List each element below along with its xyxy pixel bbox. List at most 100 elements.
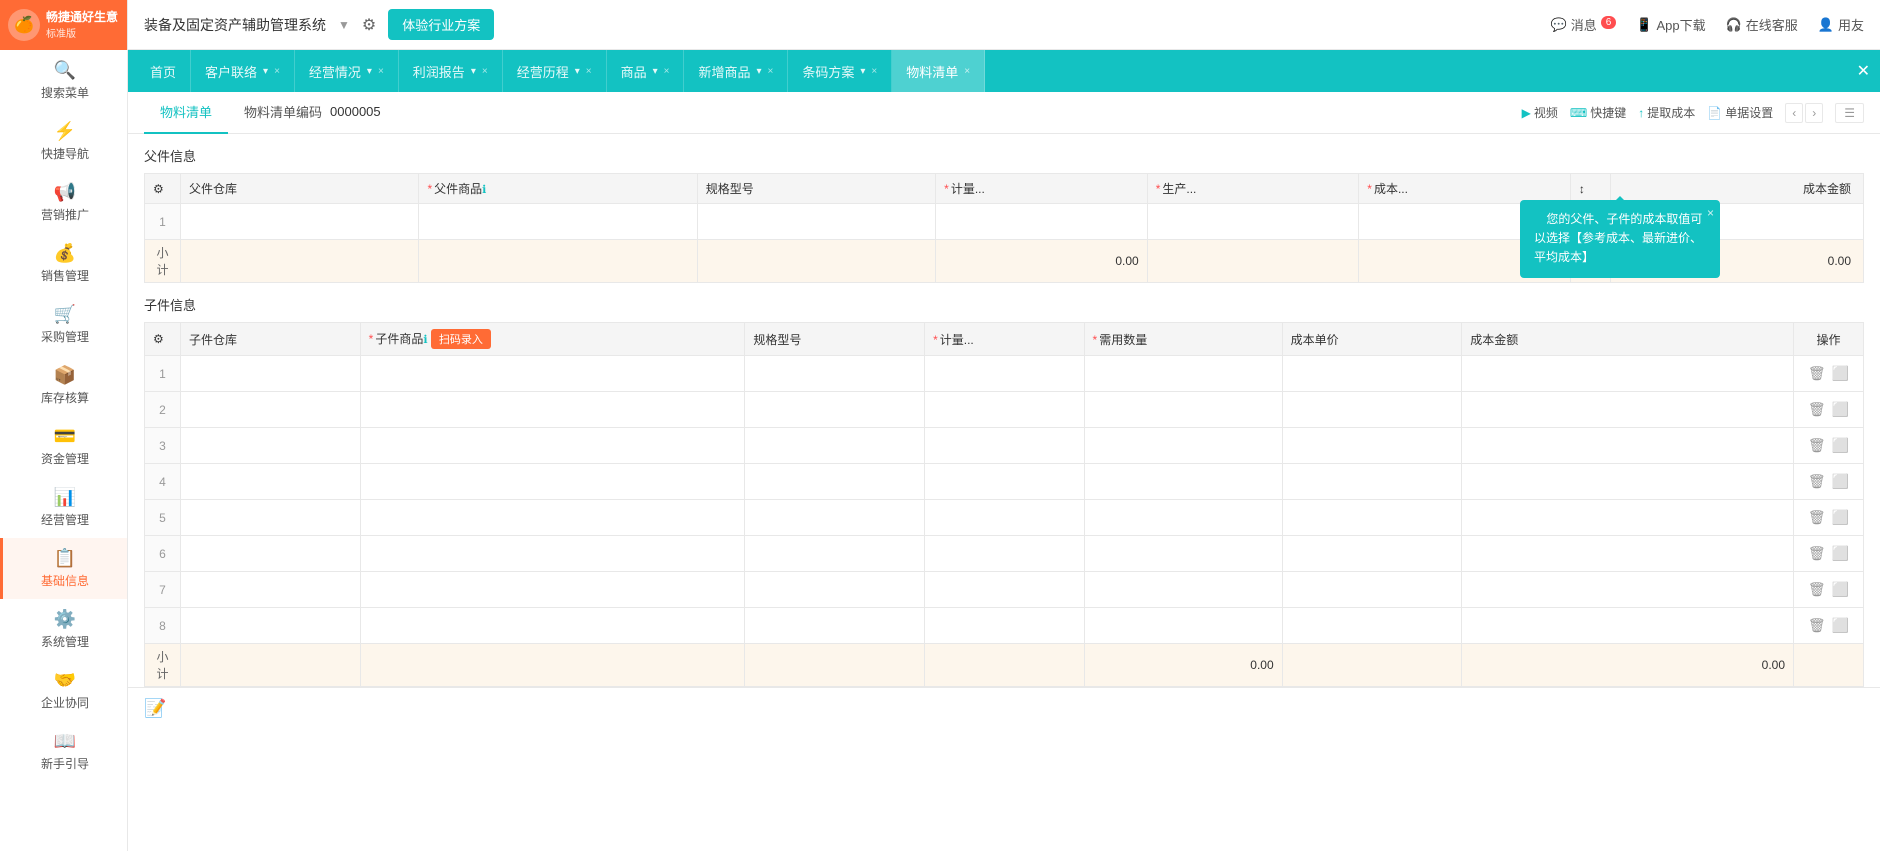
tab-close-4[interactable]: × bbox=[586, 66, 592, 77]
online-service-btn[interactable]: 🎧 在线客服 bbox=[1726, 15, 1798, 34]
tab-close-8[interactable]: × bbox=[964, 66, 970, 77]
sidebar-item-search[interactable]: 🔍 搜索菜单 bbox=[0, 50, 127, 111]
delete-icon-6[interactable]: 🗑 bbox=[1808, 545, 1826, 562]
sidebar-item-inventory[interactable]: 📦 库存核算 bbox=[0, 355, 127, 416]
tab-close-1[interactable]: × bbox=[274, 66, 280, 77]
extract-cost-btn[interactable]: ↑ 提取成本 bbox=[1638, 104, 1695, 121]
parent-cell-production-1[interactable] bbox=[1147, 204, 1359, 240]
child-cell-spec-2[interactable] bbox=[745, 392, 925, 428]
nav-tab-5[interactable]: 商品 ▾ × bbox=[607, 50, 685, 92]
child-cell-needed-6[interactable] bbox=[1084, 536, 1282, 572]
copy-icon-7[interactable]: ⬜ bbox=[1832, 581, 1849, 598]
single-settings-btn[interactable]: 📄 单据设置 bbox=[1707, 104, 1773, 121]
sidebar-item-guide[interactable]: 📖 新手引导 bbox=[0, 721, 127, 782]
child-cell-spec-6[interactable] bbox=[745, 536, 925, 572]
child-cell-spec-3[interactable] bbox=[745, 428, 925, 464]
message-btn[interactable]: 💬 消息 6 bbox=[1551, 15, 1617, 34]
shortcut-btn[interactable]: ⌨ 快捷键 bbox=[1570, 104, 1626, 121]
child-cell-needed-4[interactable] bbox=[1084, 464, 1282, 500]
prev-page-btn[interactable]: ‹ bbox=[1785, 103, 1803, 123]
close-all-tabs-icon[interactable]: ✕ bbox=[1847, 61, 1880, 81]
sidebar-item-operation[interactable]: 📊 经营管理 bbox=[0, 477, 127, 538]
copy-icon-6[interactable]: ⬜ bbox=[1832, 545, 1849, 562]
child-cell-needed-8[interactable] bbox=[1084, 608, 1282, 644]
child-cell-quantity-3[interactable] bbox=[925, 428, 1084, 464]
child-cell-quantity-6[interactable] bbox=[925, 536, 1084, 572]
delete-icon-8[interactable]: 🗑 bbox=[1808, 617, 1826, 634]
child-cell-warehouse-1[interactable] bbox=[181, 356, 361, 392]
settings-icon[interactable]: ⚙ bbox=[362, 15, 376, 35]
parent-col-settings[interactable]: ⚙ bbox=[145, 174, 181, 204]
child-cell-warehouse-5[interactable] bbox=[181, 500, 361, 536]
sidebar-item-enterprise[interactable]: 🤝 企业协同 bbox=[0, 660, 127, 721]
nav-tab-6[interactable]: 新增商品 ▾ × bbox=[684, 50, 788, 92]
tab-close-2[interactable]: × bbox=[378, 66, 384, 77]
child-cell-quantity-1[interactable] bbox=[925, 356, 1084, 392]
tab-close-5[interactable]: × bbox=[664, 66, 670, 77]
copy-icon-3[interactable]: ⬜ bbox=[1832, 437, 1849, 454]
child-cell-unit-cost-6[interactable] bbox=[1282, 536, 1462, 572]
child-cell-warehouse-3[interactable] bbox=[181, 428, 361, 464]
child-cell-needed-2[interactable] bbox=[1084, 392, 1282, 428]
delete-icon-5[interactable]: 🗑 bbox=[1808, 509, 1826, 526]
delete-icon-7[interactable]: 🗑 bbox=[1808, 581, 1826, 598]
sub-tab-bill-list[interactable]: 物料清单 bbox=[144, 92, 228, 134]
parent-cell-warehouse-1[interactable] bbox=[181, 204, 419, 240]
child-cell-product-3[interactable] bbox=[360, 428, 745, 464]
copy-icon-4[interactable]: ⬜ bbox=[1832, 473, 1849, 490]
child-cell-needed-3[interactable] bbox=[1084, 428, 1282, 464]
child-cell-product-6[interactable] bbox=[360, 536, 745, 572]
parent-cell-spec-1[interactable] bbox=[697, 204, 935, 240]
sidebar-item-sales[interactable]: 💰 销售管理 bbox=[0, 233, 127, 294]
sidebar-item-basic[interactable]: 📋 基础信息 bbox=[0, 538, 127, 599]
parent-cell-product-1[interactable] bbox=[419, 204, 697, 240]
sidebar-item-system[interactable]: ⚙️ 系统管理 bbox=[0, 599, 127, 660]
child-cell-quantity-4[interactable] bbox=[925, 464, 1084, 500]
view-video-btn[interactable]: ▶ 视频 bbox=[1522, 104, 1558, 121]
sidebar-item-quick-nav[interactable]: ⚡ 快捷导航 bbox=[0, 111, 127, 172]
child-cell-cost-amount-1[interactable] bbox=[1462, 356, 1794, 392]
child-cell-unit-cost-5[interactable] bbox=[1282, 500, 1462, 536]
child-cell-product-8[interactable] bbox=[360, 608, 745, 644]
sub-tab-bill-code[interactable]: 物料清单编码 0000005 bbox=[228, 92, 397, 134]
sidebar-item-purchase[interactable]: 🛒 采购管理 bbox=[0, 294, 127, 355]
child-cell-unit-cost-2[interactable] bbox=[1282, 392, 1462, 428]
nav-tab-2[interactable]: 经营情况 ▾ × bbox=[295, 50, 399, 92]
scan-input-btn[interactable]: 扫码录入 bbox=[431, 329, 491, 349]
child-cell-quantity-2[interactable] bbox=[925, 392, 1084, 428]
child-cell-warehouse-4[interactable] bbox=[181, 464, 361, 500]
parent-cell-quantity-1[interactable] bbox=[936, 204, 1148, 240]
child-cell-cost-amount-5[interactable] bbox=[1462, 500, 1794, 536]
nav-tab-3[interactable]: 利润报告 ▾ × bbox=[399, 50, 503, 92]
copy-icon-1[interactable]: ⬜ bbox=[1832, 365, 1849, 382]
tab-close-7[interactable]: × bbox=[871, 66, 877, 77]
tooltip-close-btn[interactable]: × bbox=[1707, 204, 1714, 223]
app-download-btn[interactable]: 📱 App下载 bbox=[1636, 15, 1705, 34]
system-title-arrow[interactable]: ▼ bbox=[338, 18, 350, 32]
child-cell-warehouse-6[interactable] bbox=[181, 536, 361, 572]
child-cell-quantity-7[interactable] bbox=[925, 572, 1084, 608]
child-cell-unit-cost-1[interactable] bbox=[1282, 356, 1462, 392]
copy-icon-2[interactable]: ⬜ bbox=[1832, 401, 1849, 418]
delete-icon-3[interactable]: 🗑 bbox=[1808, 437, 1826, 454]
child-cell-spec-4[interactable] bbox=[745, 464, 925, 500]
child-cell-warehouse-2[interactable] bbox=[181, 392, 361, 428]
child-cell-needed-5[interactable] bbox=[1084, 500, 1282, 536]
delete-icon-4[interactable]: 🗑 bbox=[1808, 473, 1826, 490]
child-cell-cost-amount-4[interactable] bbox=[1462, 464, 1794, 500]
child-cell-spec-7[interactable] bbox=[745, 572, 925, 608]
tab-close-6[interactable]: × bbox=[768, 66, 774, 77]
trial-button[interactable]: 体验行业方案 bbox=[388, 9, 494, 40]
child-cell-spec-8[interactable] bbox=[745, 608, 925, 644]
nav-tab-0[interactable]: 首页 bbox=[136, 50, 191, 92]
next-page-btn[interactable]: › bbox=[1805, 103, 1823, 123]
child-cell-unit-cost-3[interactable] bbox=[1282, 428, 1462, 464]
child-cell-quantity-5[interactable] bbox=[925, 500, 1084, 536]
child-cell-unit-cost-7[interactable] bbox=[1282, 572, 1462, 608]
child-cell-spec-1[interactable] bbox=[745, 356, 925, 392]
menu-icon[interactable]: ☰ bbox=[1835, 103, 1864, 123]
sidebar-item-finance[interactable]: 💳 资金管理 bbox=[0, 416, 127, 477]
child-cell-unit-cost-4[interactable] bbox=[1282, 464, 1462, 500]
child-cell-product-2[interactable] bbox=[360, 392, 745, 428]
nav-tab-8[interactable]: 物料清单 × bbox=[892, 50, 985, 92]
